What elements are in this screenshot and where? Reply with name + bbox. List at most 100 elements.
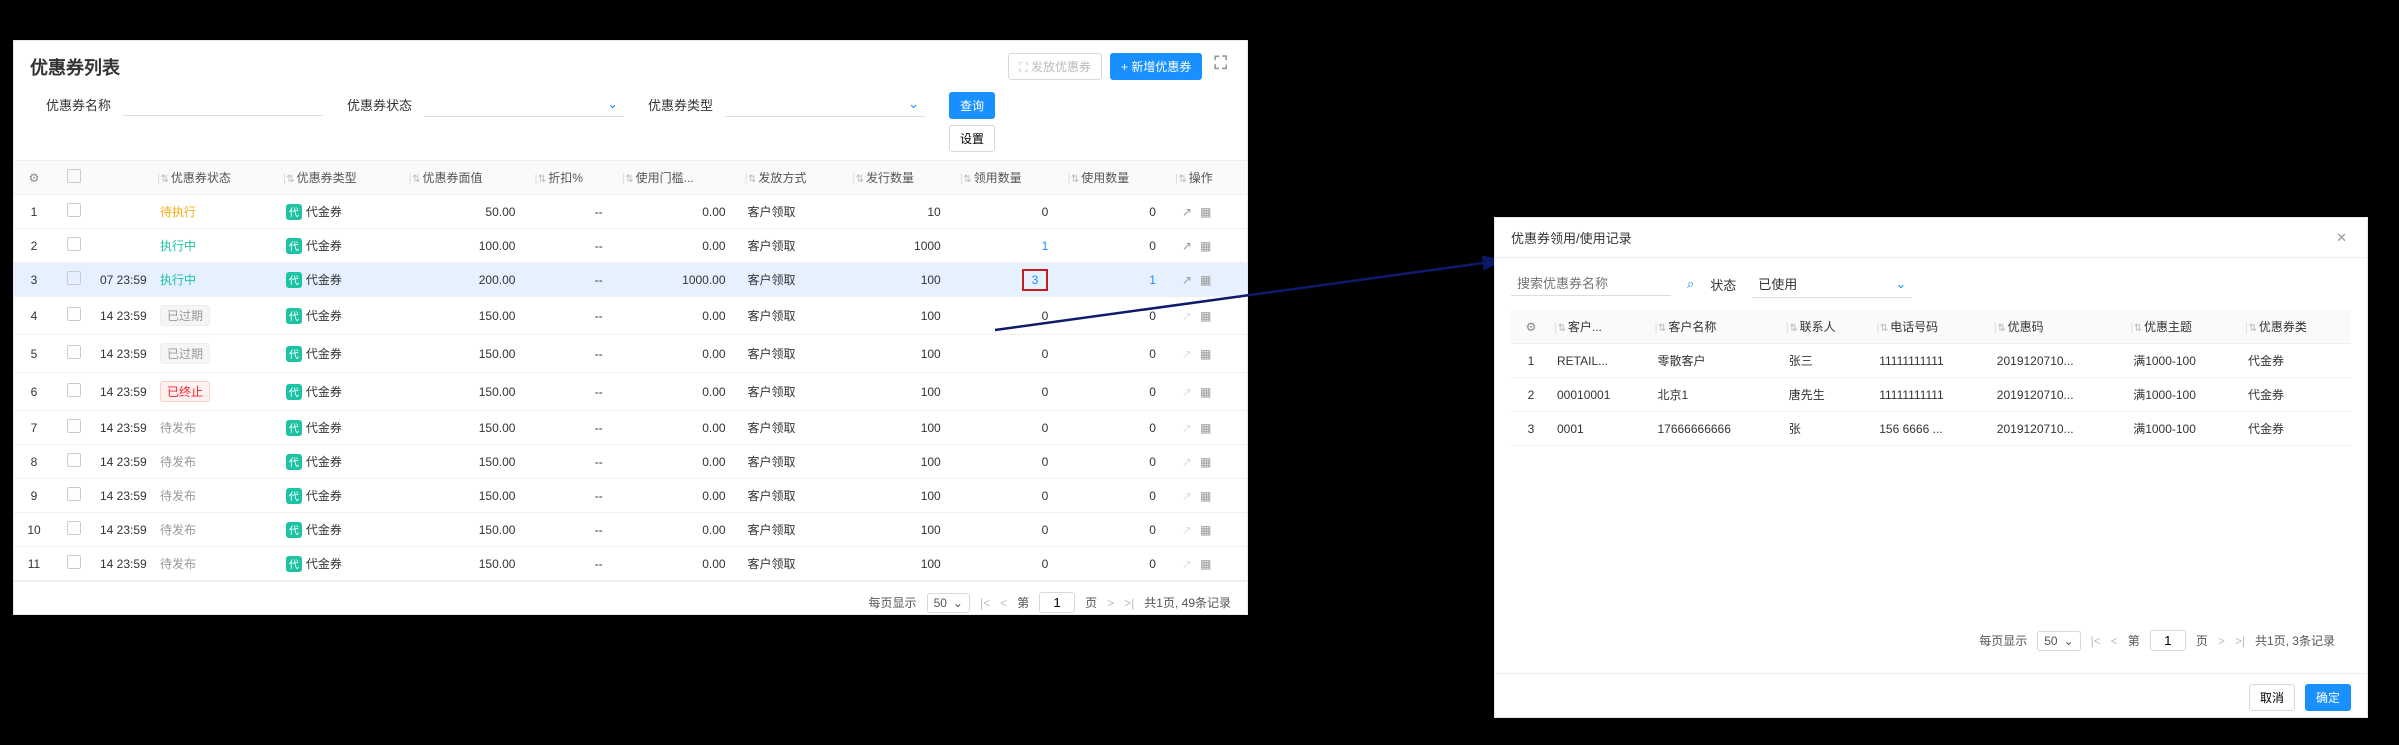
- use-count-link[interactable]: 1: [1149, 273, 1156, 287]
- prev-page-icon[interactable]: <: [2111, 634, 2118, 648]
- table-row[interactable]: 307 23:59执行中代代金券200.00--1000.00客户领取10031…: [14, 263, 1247, 297]
- qrcode-icon[interactable]: ▦: [1200, 421, 1211, 435]
- row-checkbox[interactable]: [67, 345, 81, 359]
- column-header[interactable]: | ⇅使用数量: [1064, 161, 1172, 195]
- row-checkbox[interactable]: [67, 237, 81, 251]
- share-icon: ↗: [1182, 309, 1192, 323]
- add-coupon-button[interactable]: + 新增优惠券: [1110, 53, 1202, 80]
- table-row[interactable]: 1014 23:59待发布代代金券150.00--0.00客户领取10000↗▦: [14, 513, 1247, 547]
- modal-page-input[interactable]: [2150, 630, 2186, 651]
- row-checkbox[interactable]: [67, 271, 81, 285]
- row-checkbox[interactable]: [67, 307, 81, 321]
- column-header[interactable]: | ⇅操作: [1172, 161, 1247, 195]
- ok-button[interactable]: 确定: [2305, 684, 2351, 711]
- share-icon[interactable]: ↗: [1182, 273, 1192, 287]
- column-header[interactable]: | ⇅客户名称: [1651, 310, 1782, 344]
- gear-icon[interactable]: ⚙: [1526, 320, 1537, 334]
- column-header[interactable]: | ⇅联系人: [1783, 310, 1873, 344]
- qrcode-icon[interactable]: ▦: [1200, 205, 1211, 219]
- column-header[interactable]: | ⇅折扣%: [531, 161, 618, 195]
- sort-icon: ⇅: [160, 174, 168, 185]
- table-row[interactable]: 1114 23:59待发布代代金券150.00--0.00客户领取10000↗▦: [14, 547, 1247, 581]
- chevron-down-icon: ⌄: [607, 96, 618, 112]
- first-page-icon[interactable]: |<: [980, 596, 990, 610]
- qrcode-icon[interactable]: ▦: [1200, 385, 1211, 399]
- query-button[interactable]: 查询: [949, 92, 995, 119]
- column-header[interactable]: | ⇅发行数量: [849, 161, 957, 195]
- column-header[interactable]: | ⇅电话号码: [1873, 310, 1991, 344]
- sort-icon: ⇅: [2248, 323, 2256, 334]
- qrcode-icon[interactable]: ▦: [1200, 347, 1211, 361]
- pager: 每页显示 50 ⌄ |< < 第 页 > >| 共1页, 49条记录: [14, 581, 1247, 623]
- coupon-table: ⚙ | ⇅优惠券状态| ⇅优惠券类型| ⇅优惠券面值| ⇅折扣%| ⇅使用门槛..…: [14, 160, 1247, 581]
- column-header[interactable]: | ⇅发放方式: [742, 161, 850, 195]
- column-header[interactable]: | ⇅优惠券类型: [280, 161, 406, 195]
- table-row[interactable]: 714 23:59待发布代代金券150.00--0.00客户领取10000↗▦: [14, 411, 1247, 445]
- qrcode-icon[interactable]: ▦: [1200, 557, 1211, 571]
- column-header[interactable]: | ⇅领用数量: [957, 161, 1065, 195]
- table-row[interactable]: 1待执行代代金券50.00--0.00客户领取1000↗▦: [14, 195, 1247, 229]
- search-icon[interactable]: ⌕: [1687, 276, 1694, 292]
- share-icon[interactable]: ↗: [1182, 205, 1192, 219]
- row-checkbox[interactable]: [67, 521, 81, 535]
- select-all-checkbox[interactable]: [67, 169, 81, 183]
- column-header[interactable]: | ⇅客户...: [1551, 310, 1651, 344]
- prev-page-icon[interactable]: <: [1000, 596, 1007, 610]
- filter-name-input[interactable]: [123, 92, 323, 116]
- share-icon[interactable]: ↗: [1182, 239, 1192, 253]
- table-row[interactable]: 914 23:59待发布代代金券150.00--0.00客户领取10000↗▦: [14, 479, 1247, 513]
- column-header[interactable]: | ⇅使用门槛...: [619, 161, 742, 195]
- row-checkbox[interactable]: [67, 203, 81, 217]
- table-row[interactable]: 614 23:59已终止代代金券150.00--0.00客户领取10000↗▦: [14, 373, 1247, 411]
- coupon-type: 代代金券: [286, 487, 342, 504]
- settings-button[interactable]: 设置: [949, 125, 995, 152]
- status-badge: 待执行: [160, 203, 196, 220]
- row-checkbox[interactable]: [67, 453, 81, 467]
- filter-type-select[interactable]: ⌄: [725, 92, 925, 117]
- expand-icon[interactable]: ⛶: [1214, 53, 1227, 80]
- qrcode-icon[interactable]: ▦: [1200, 273, 1211, 287]
- cancel-button[interactable]: 取消: [2249, 684, 2295, 711]
- row-checkbox[interactable]: [67, 419, 81, 433]
- take-count-link[interactable]: 1: [1042, 239, 1049, 253]
- modal-status-select[interactable]: 已使用 ⌄: [1752, 270, 1912, 298]
- qrcode-icon[interactable]: ▦: [1200, 309, 1211, 323]
- table-row[interactable]: 3000117666666666张156 6666 ...2019120710.…: [1511, 412, 2351, 446]
- qrcode-icon[interactable]: ▦: [1200, 489, 1211, 503]
- column-header[interactable]: | ⇅优惠券状态: [154, 161, 280, 195]
- qrcode-icon[interactable]: ▦: [1200, 239, 1211, 253]
- gear-icon[interactable]: ⚙: [29, 171, 40, 185]
- modal-search-input[interactable]: [1511, 272, 1671, 296]
- table-row[interactable]: 200010001北京1唐先生111111111112019120710...满…: [1511, 378, 2351, 412]
- qrcode-icon[interactable]: ▦: [1200, 523, 1211, 537]
- qrcode-icon[interactable]: ▦: [1200, 455, 1211, 469]
- filter-status-label: 优惠券状态: [347, 95, 412, 114]
- column-header[interactable]: | ⇅优惠券面值: [406, 161, 532, 195]
- sort-icon: ⇅: [1880, 323, 1888, 334]
- table-row[interactable]: 414 23:59已过期代代金券150.00--0.00客户领取10000↗▦: [14, 297, 1247, 335]
- table-row[interactable]: 514 23:59已过期代代金券150.00--0.00客户领取10000↗▦: [14, 335, 1247, 373]
- row-checkbox[interactable]: [67, 487, 81, 501]
- distribute-coupon-button[interactable]: ⛶ 发放优惠券: [1008, 53, 1102, 80]
- close-icon[interactable]: ✕: [2336, 230, 2347, 246]
- status-badge: 已过期: [160, 343, 210, 364]
- column-header[interactable]: | ⇅优惠券类: [2242, 310, 2351, 344]
- table-row[interactable]: 814 23:59待发布代代金券150.00--0.00客户领取10000↗▦: [14, 445, 1247, 479]
- table-row[interactable]: 1RETAIL...零散客户张三111111111112019120710...…: [1511, 344, 2351, 378]
- filter-status-select[interactable]: ⌄: [424, 92, 624, 117]
- first-page-icon[interactable]: |<: [2091, 634, 2101, 648]
- last-page-icon[interactable]: >|: [2235, 634, 2245, 648]
- row-checkbox[interactable]: [67, 555, 81, 569]
- page-input[interactable]: [1039, 592, 1075, 613]
- next-page-icon[interactable]: >: [2218, 634, 2225, 648]
- next-page-icon[interactable]: >: [1107, 596, 1114, 610]
- row-checkbox[interactable]: [67, 383, 81, 397]
- last-page-icon[interactable]: >|: [1124, 596, 1134, 610]
- coupon-type: 代代金券: [286, 383, 342, 400]
- per-page-select[interactable]: 50 ⌄: [927, 593, 970, 613]
- modal-per-page-select[interactable]: 50 ⌄: [2037, 631, 2080, 651]
- table-row[interactable]: 2执行中代代金券100.00--0.00客户领取100010↗▦: [14, 229, 1247, 263]
- column-header[interactable]: | ⇅优惠主题: [2127, 310, 2242, 344]
- take-count-link[interactable]: 3: [1032, 273, 1039, 287]
- column-header[interactable]: | ⇅优惠码: [1991, 310, 2127, 344]
